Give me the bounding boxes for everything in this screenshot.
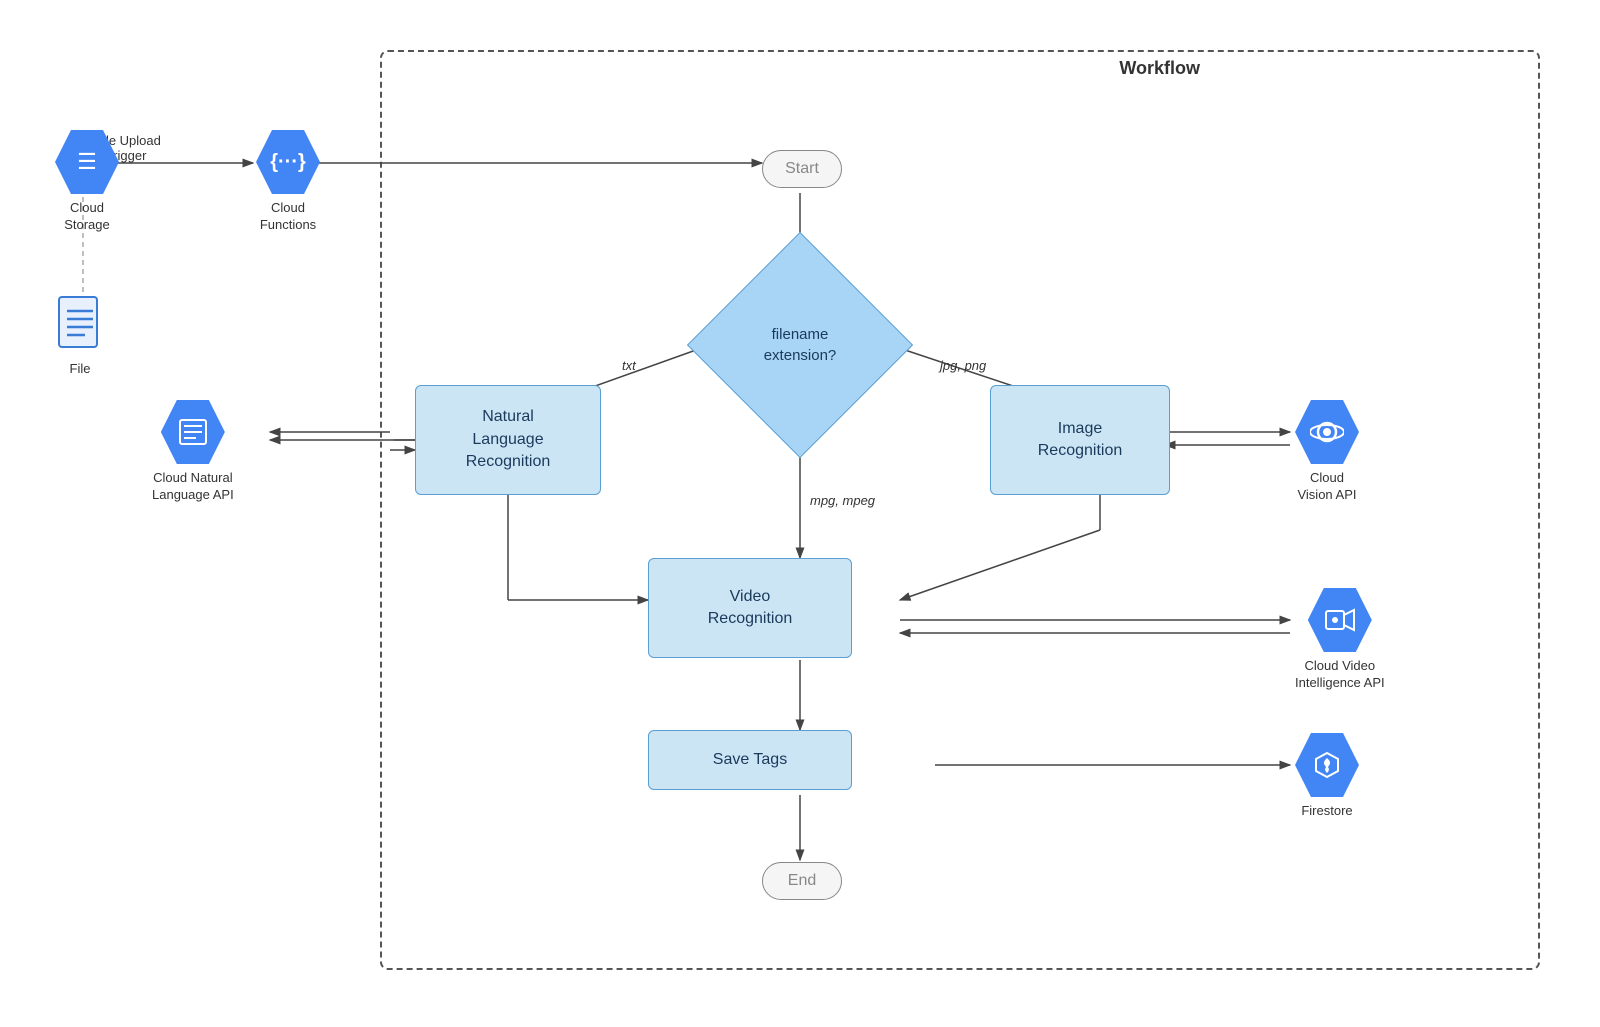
image-rec-node: ImageRecognition: [990, 385, 1170, 495]
firestore-icon: Firestore: [1295, 733, 1359, 820]
start-node: Start: [762, 150, 842, 188]
firestore-icon-svg: [1310, 748, 1344, 782]
workflow-box: [380, 50, 1540, 970]
cloud-nlp-label: Cloud NaturalLanguage API: [152, 470, 234, 504]
video-rec-label: VideoRecognition: [708, 586, 793, 631]
nlr-label: NaturalLanguageRecognition: [466, 406, 551, 473]
firestore-label: Firestore: [1301, 803, 1352, 820]
end-label: End: [788, 872, 816, 890]
cloud-vision-label: CloudVision API: [1297, 470, 1356, 504]
save-tags-label: Save Tags: [713, 749, 787, 771]
decision-text: filenameextension?: [764, 324, 837, 366]
cloud-functions-label: CloudFunctions: [260, 200, 316, 234]
image-rec-label: ImageRecognition: [1038, 418, 1123, 463]
start-label: Start: [785, 160, 819, 178]
cloud-video-icon: Cloud VideoIntelligence API: [1295, 588, 1385, 692]
cloud-video-hex: [1308, 588, 1372, 652]
cloud-vision-icon: CloudVision API: [1295, 400, 1359, 504]
cloud-storage-icon: ☰ CloudStorage: [55, 130, 119, 234]
nlp-icon: [176, 415, 210, 449]
nlr-node: NaturalLanguageRecognition: [415, 385, 601, 495]
workflow-label: Workflow: [1119, 58, 1200, 79]
cloud-nlp-hex: [161, 400, 225, 464]
end-node: End: [762, 862, 842, 900]
video-rec-node: VideoRecognition: [648, 558, 852, 658]
functions-icon: {···}: [270, 151, 306, 174]
cloud-storage-label: CloudStorage: [64, 200, 110, 234]
file-label: File: [70, 361, 91, 378]
vision-icon: [1310, 415, 1344, 449]
diagram: Workflow File Upload trigger txt jpg, pn…: [0, 0, 1600, 1027]
cloud-storage-hex: ☰: [55, 130, 119, 194]
file-node: File: [55, 295, 105, 378]
cloud-functions-hex: {···}: [256, 130, 320, 194]
storage-icon: ☰: [77, 149, 97, 175]
decision-node: filenameextension?: [710, 255, 890, 435]
save-tags-node: Save Tags: [648, 730, 852, 790]
cloud-video-label: Cloud VideoIntelligence API: [1295, 658, 1385, 692]
cloud-functions-icon: {···} CloudFunctions: [256, 130, 320, 234]
cloud-vision-hex: [1295, 400, 1359, 464]
file-icon: [55, 295, 105, 355]
video-icon: [1323, 603, 1357, 637]
firestore-hex: [1295, 733, 1359, 797]
cloud-nlp-icon: Cloud NaturalLanguage API: [152, 400, 234, 504]
